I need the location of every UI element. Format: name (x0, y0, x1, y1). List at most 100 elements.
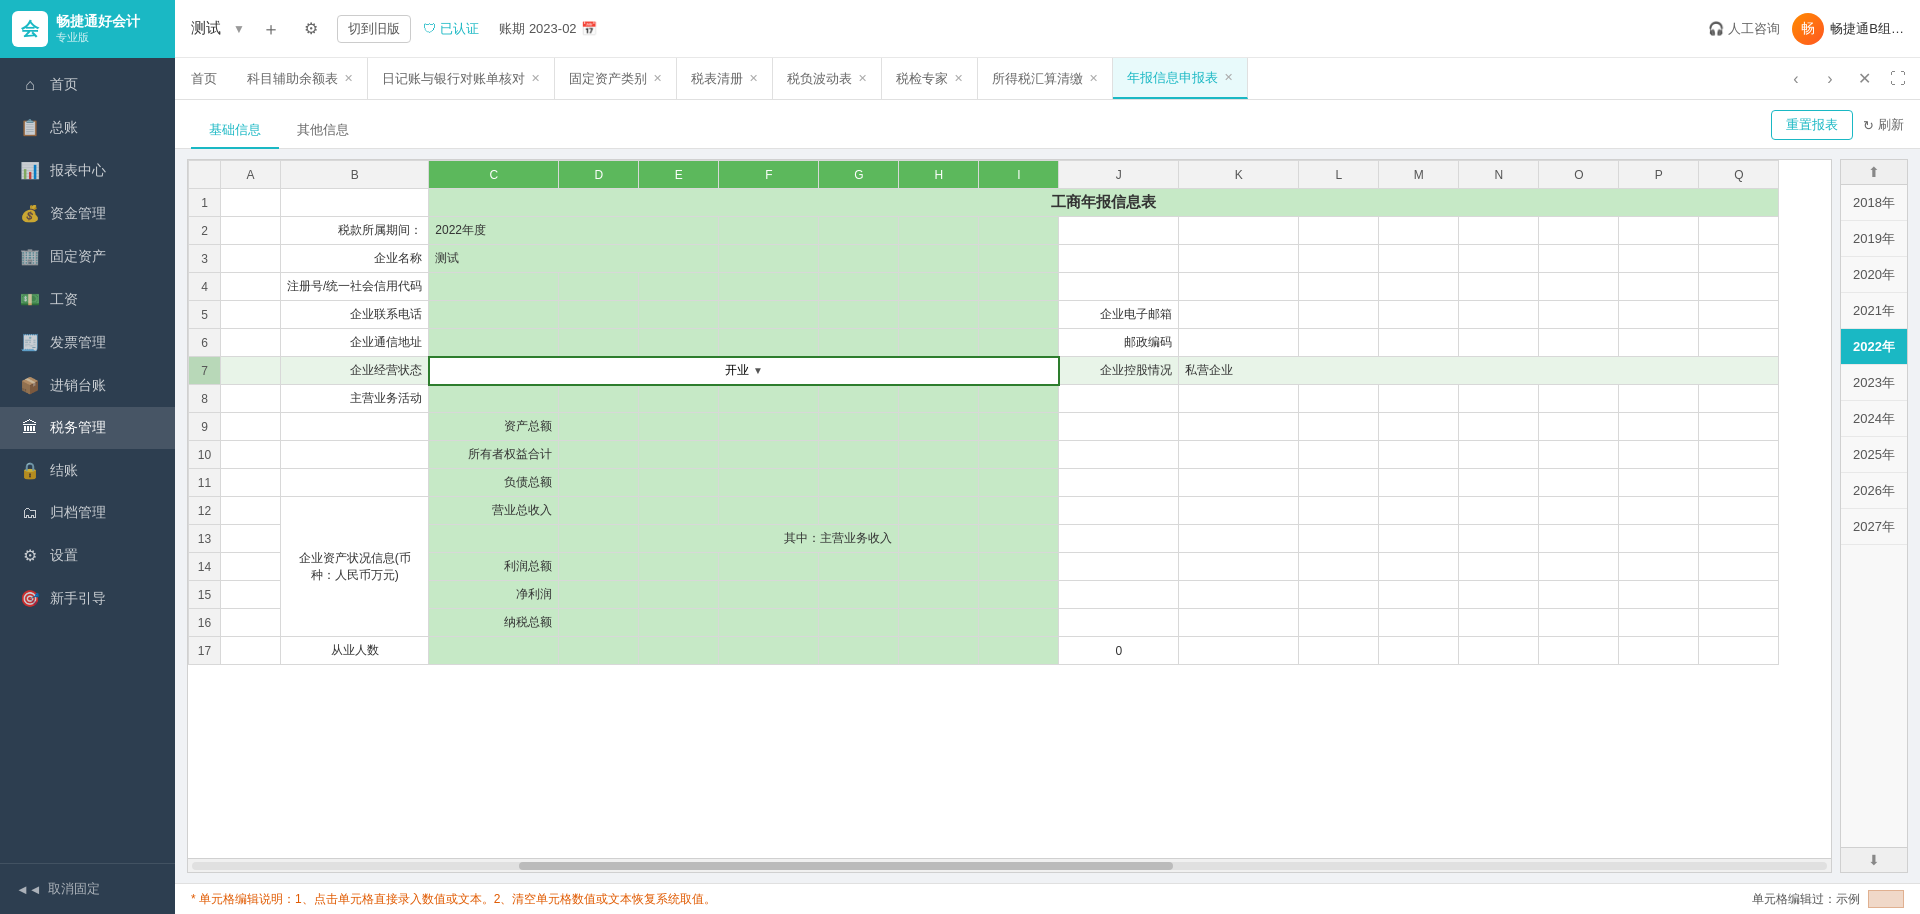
cell-2-B[interactable]: 税款所属期间： (281, 217, 429, 245)
col-header-K[interactable]: K (1179, 161, 1299, 189)
sidebar-item-close[interactable]: 🔒结账 (0, 449, 175, 492)
dropdown-arrow-icon[interactable]: ▼ (753, 365, 763, 376)
cell-title[interactable]: 工商年报信息表 (429, 189, 1779, 217)
year-item-2018[interactable]: 2018年 (1841, 185, 1907, 221)
sidebar-item-inventory[interactable]: 📦进销台账 (0, 364, 175, 407)
tab-fullscreen-button[interactable]: ⛶ (1884, 65, 1912, 93)
sidebar-item-tax[interactable]: 🏛税务管理 (0, 407, 175, 449)
tab-prev-button[interactable]: ‹ (1782, 65, 1810, 93)
year-item-2027[interactable]: 2027年 (1841, 509, 1907, 545)
cell-2-A[interactable] (221, 217, 281, 245)
tab-next-button[interactable]: › (1816, 65, 1844, 93)
year-panel-up[interactable]: ⬆ (1841, 160, 1907, 185)
tab-journal[interactable]: 日记账与银行对账单核对✕ (368, 58, 555, 99)
sidebar-item-home[interactable]: ⌂首页 (0, 64, 175, 106)
tab-fixed_asset_type[interactable]: 固定资产类别✕ (555, 58, 677, 99)
refresh-button[interactable]: ↻ 刷新 (1863, 110, 1904, 140)
tab-close-fixed_asset_type[interactable]: ✕ (653, 72, 662, 85)
sidebar-item-fund[interactable]: 💰资金管理 (0, 192, 175, 235)
sidebar-item-settings[interactable]: ⚙设置 (0, 534, 175, 577)
tab-aux[interactable]: 科目辅助余额表✕ (233, 58, 368, 99)
tab-annual_report[interactable]: 年报信息申报表✕ (1113, 58, 1248, 99)
year-panel-down[interactable]: ⬇ (1841, 847, 1907, 872)
sidebar-bottom[interactable]: ◄◄ 取消固定 (0, 863, 175, 914)
scroll-thumb[interactable] (519, 862, 1173, 870)
sub-tab-basic[interactable]: 基础信息 (191, 113, 279, 149)
cell-2-L[interactable] (1299, 217, 1379, 245)
year-item-2019[interactable]: 2019年 (1841, 221, 1907, 257)
col-header-I[interactable]: I (979, 161, 1059, 189)
col-header-H[interactable]: H (899, 161, 979, 189)
cell-2-J[interactable] (1059, 217, 1179, 245)
col-header-D[interactable]: D (559, 161, 639, 189)
col-header-C[interactable]: C (429, 161, 559, 189)
col-header-P[interactable]: P (1619, 161, 1699, 189)
tab-close-tax_expert[interactable]: ✕ (954, 72, 963, 85)
tab-close-tax_form[interactable]: ✕ (749, 72, 758, 85)
switch-old-version-button[interactable]: 切到旧版 (337, 15, 411, 43)
tab-close-all-button[interactable]: ✕ (1850, 65, 1878, 93)
user-menu[interactable]: 畅 畅捷通B组… (1792, 13, 1904, 45)
cell-2-I[interactable] (979, 217, 1059, 245)
cell-2-O[interactable] (1539, 217, 1619, 245)
cell-2-K[interactable] (1179, 217, 1299, 245)
sidebar-item-payroll[interactable]: 💵工资 (0, 278, 175, 321)
col-header-B[interactable]: B (281, 161, 429, 189)
tab-close-aux[interactable]: ✕ (344, 72, 353, 85)
sidebar-item-guide[interactable]: 🎯新手引导 (0, 577, 175, 620)
tab-tax_wave[interactable]: 税负波动表✕ (773, 58, 882, 99)
calendar-icon[interactable]: 📅 (581, 21, 597, 36)
cell-2-N[interactable] (1459, 217, 1539, 245)
topbar-add-button[interactable]: ＋ (257, 15, 285, 43)
sub-tab-other[interactable]: 其他信息 (279, 113, 367, 149)
cell-1-B[interactable] (281, 189, 429, 217)
col-header-F[interactable]: F (719, 161, 819, 189)
cell-2-H[interactable] (899, 217, 979, 245)
col-header-A[interactable]: A (221, 161, 281, 189)
cell-2-Q[interactable] (1699, 217, 1779, 245)
col-header-N[interactable]: N (1459, 161, 1539, 189)
spreadsheet-scroll-area[interactable]: A B C D E F G H I J K L (188, 160, 1831, 858)
sidebar-item-invoice[interactable]: 🧾发票管理 (0, 321, 175, 364)
sidebar-item-report[interactable]: 📊报表中心 (0, 149, 175, 192)
col-header-Q[interactable]: Q (1699, 161, 1779, 189)
year-item-2022[interactable]: 2022年 (1841, 329, 1907, 365)
cell-7-C-dropdown[interactable]: 开业 ▼ (429, 357, 1059, 385)
cell-2-C[interactable]: 2022年度 (429, 217, 719, 245)
col-header-E[interactable]: E (639, 161, 719, 189)
tab-close-tax_wave[interactable]: ✕ (858, 72, 867, 85)
tab-close-journal[interactable]: ✕ (531, 72, 540, 85)
horizontal-scrollbar[interactable] (188, 858, 1831, 872)
sidebar-item-ledger[interactable]: 📋总账 (0, 106, 175, 149)
year-item-2025[interactable]: 2025年 (1841, 437, 1907, 473)
sidebar-item-archive[interactable]: 🗂归档管理 (0, 492, 175, 534)
col-header-L[interactable]: L (1299, 161, 1379, 189)
tab-home[interactable]: 首页 (175, 58, 233, 99)
year-item-2026[interactable]: 2026年 (1841, 473, 1907, 509)
tab-tax_expert[interactable]: 税检专家✕ (882, 58, 978, 99)
reset-report-button[interactable]: 重置报表 (1771, 110, 1853, 140)
cell-1-A[interactable] (221, 189, 281, 217)
cell-2-G[interactable] (819, 217, 899, 245)
tab-income_tax[interactable]: 所得税汇算清缴✕ (978, 58, 1113, 99)
tab-close-annual_report[interactable]: ✕ (1224, 71, 1233, 84)
cell-2-F[interactable] (719, 217, 819, 245)
col-header-J[interactable]: J (1059, 161, 1179, 189)
col-header-M[interactable]: M (1379, 161, 1459, 189)
customer-support-button[interactable]: 🎧 人工咨询 (1708, 20, 1780, 38)
cell-3-C[interactable]: 测试 (429, 245, 719, 273)
cell-2-P[interactable] (1619, 217, 1699, 245)
year-item-2023[interactable]: 2023年 (1841, 365, 1907, 401)
scroll-track[interactable] (192, 862, 1827, 870)
cell-3-B[interactable]: 企业名称 (281, 245, 429, 273)
topbar-dropdown-arrow[interactable]: ▼ (233, 22, 245, 36)
tab-close-income_tax[interactable]: ✕ (1089, 72, 1098, 85)
year-item-2021[interactable]: 2021年 (1841, 293, 1907, 329)
collapse-button[interactable]: ◄◄ 取消固定 (16, 874, 159, 904)
year-item-2020[interactable]: 2020年 (1841, 257, 1907, 293)
col-header-G[interactable]: G (819, 161, 899, 189)
sidebar-item-fixed_asset[interactable]: 🏢固定资产 (0, 235, 175, 278)
col-header-O[interactable]: O (1539, 161, 1619, 189)
tab-tax_form[interactable]: 税表清册✕ (677, 58, 773, 99)
cell-3-A[interactable] (221, 245, 281, 273)
